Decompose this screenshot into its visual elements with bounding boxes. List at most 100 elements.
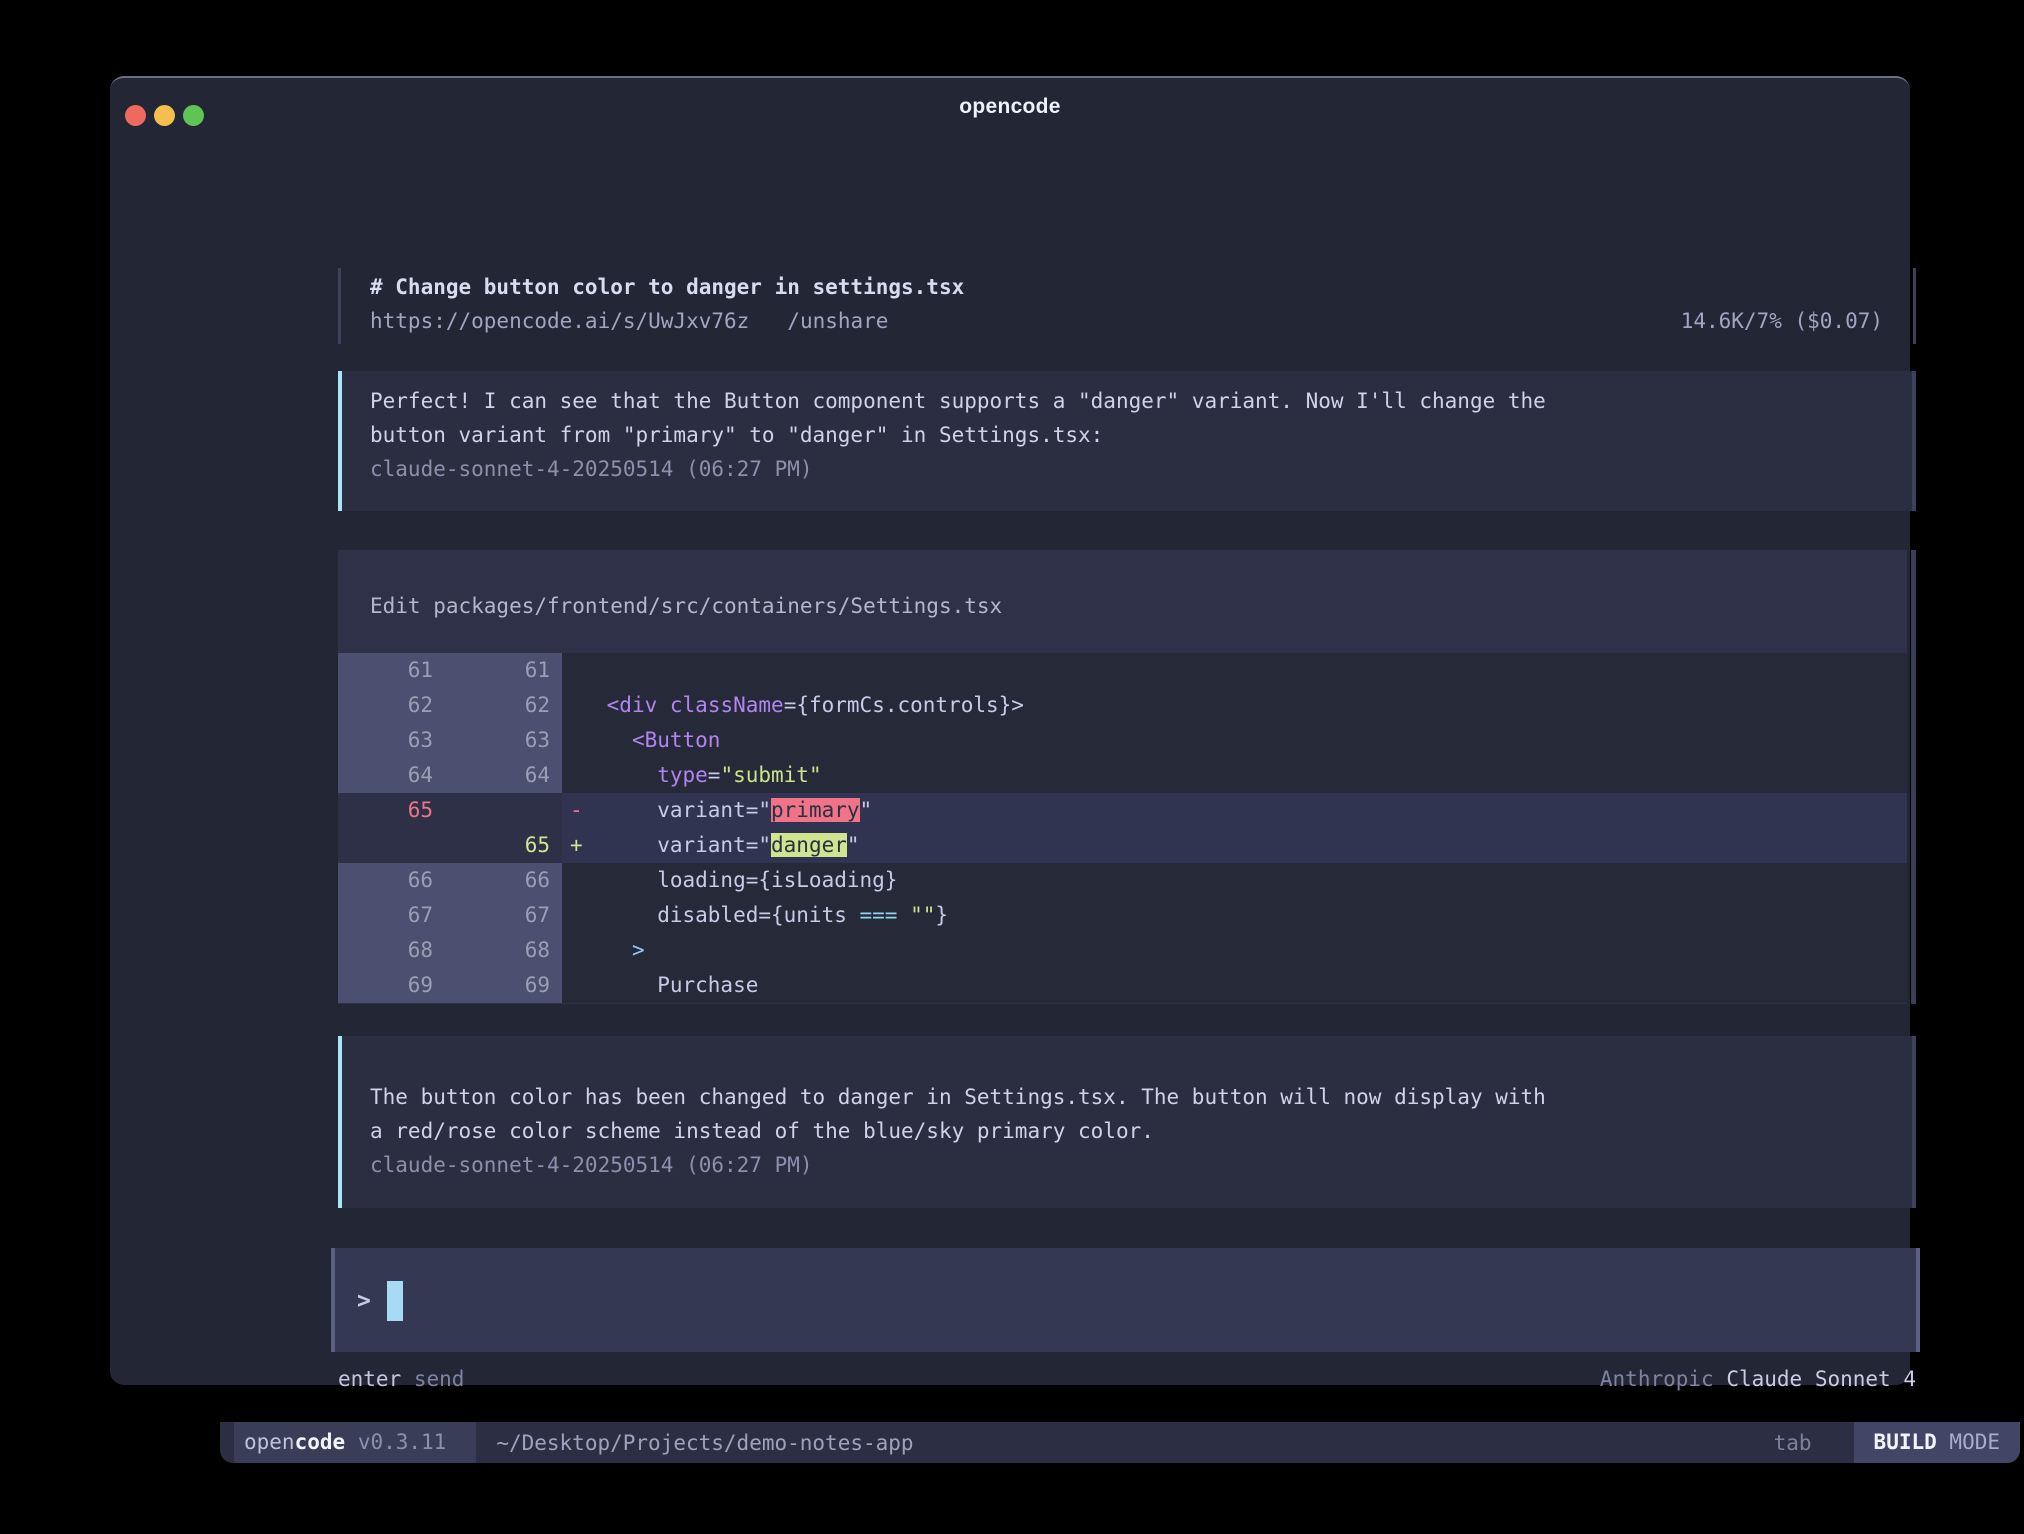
code-token: ={formCs.controls}> — [784, 693, 1024, 717]
code-token: = — [708, 763, 721, 787]
tab-hint: tab — [1774, 1431, 1812, 1455]
line-number-new — [450, 793, 562, 828]
line-number-old: 64 — [338, 758, 450, 793]
line-number-new: 69 — [450, 968, 562, 1003]
code-token: === — [860, 903, 898, 927]
send-hint: enter send — [338, 1366, 464, 1392]
code-token: danger — [771, 833, 847, 857]
app-name-prefix: open — [244, 1430, 295, 1454]
edit-tool-title: Edit packages/frontend/src/containers/Se… — [338, 550, 1907, 653]
model-indicator: Anthropic Claude Sonnet 4 — [1600, 1366, 1916, 1392]
diff-row: 6969 Purchase — [338, 968, 1907, 1003]
code-token: className — [670, 693, 784, 717]
code-token — [594, 763, 657, 787]
code-token: " — [847, 833, 860, 857]
code-token — [594, 728, 632, 752]
diff-marker — [562, 653, 594, 688]
code-token: loading={isLoading} — [594, 868, 897, 892]
diff-marker — [562, 758, 594, 793]
code-token: "submit" — [720, 763, 821, 787]
diff-row: 65 - variant="primary" — [338, 793, 1907, 828]
diff-marker: + — [562, 828, 594, 863]
mode-label: BUILD — [1874, 1430, 1937, 1454]
diff-row: 6464 type="submit" — [338, 758, 1907, 793]
line-number-new: 61 — [450, 653, 562, 688]
code-token: Purchase — [594, 973, 758, 997]
line-number-old: 65 — [338, 793, 450, 828]
hint-enter-key: enter — [338, 1367, 401, 1391]
diff-marker — [562, 933, 594, 968]
code-line: <div className={formCs.controls}> — [594, 688, 1907, 723]
hint-row: enter send Anthropic Claude Sonnet 4 — [338, 1366, 1916, 1392]
status-bar: opencode v0.3.11 ~/Desktop/Projects/demo… — [220, 1422, 2020, 1463]
diff-row: 6666 loading={isLoading} — [338, 863, 1907, 898]
message-text: Perfect! I can see that the Button compo… — [370, 384, 1565, 452]
diff-marker — [562, 688, 594, 723]
diff-row: 65+ variant="danger" — [338, 828, 1907, 863]
diff-row: 6161 — [338, 653, 1907, 688]
code-token: variant=" — [594, 798, 771, 822]
minimize-button[interactable] — [154, 105, 175, 126]
edit-tool-card: Edit packages/frontend/src/containers/Se… — [338, 550, 1907, 1004]
line-number-new: 67 — [450, 898, 562, 933]
code-token: variant=" — [594, 833, 771, 857]
diff-marker — [562, 863, 594, 898]
line-number-new: 63 — [450, 723, 562, 758]
code-token: primary — [771, 798, 860, 822]
desktop: { "window": { "title": "opencode" }, "se… — [0, 0, 2024, 1534]
unshare-command[interactable]: /unshare — [787, 304, 888, 338]
diff-marker — [562, 968, 594, 1003]
code-token — [594, 938, 632, 962]
line-number-new: 66 — [450, 863, 562, 898]
close-button[interactable] — [125, 105, 146, 126]
diff-marker — [562, 898, 594, 933]
code-line — [594, 653, 1907, 688]
code-token: " — [860, 798, 873, 822]
app-version: v0.3.11 — [345, 1430, 446, 1454]
context-stats: 14.6K/7% ($0.07) — [1681, 304, 1883, 338]
build-mode-badge: BUILD MODE — [1854, 1422, 2020, 1463]
code-line: Purchase — [594, 968, 1907, 1003]
diff-marker — [562, 723, 594, 758]
code-line: disabled={units === ""} — [594, 898, 1907, 933]
line-number-old: 69 — [338, 968, 450, 1003]
text-cursor — [387, 1281, 403, 1321]
code-token: "" — [910, 903, 935, 927]
titlebar: opencode — [110, 78, 1910, 136]
line-number-new: 62 — [450, 688, 562, 723]
share-url-link[interactable]: https://opencode.ai/s/UwJxv76z — [370, 304, 749, 338]
app-name-suffix: code — [295, 1430, 346, 1454]
line-number-old: 63 — [338, 723, 450, 758]
code-token — [897, 903, 910, 927]
session-meta: https://opencode.ai/s/UwJxv76z /unshare … — [370, 304, 1883, 338]
diff-row: 6767 disabled={units === ""} — [338, 898, 1907, 933]
code-token: disabled={units — [594, 903, 860, 927]
model-provider: Anthropic — [1600, 1367, 1714, 1391]
message-meta: claude-sonnet-4-20250514 (06:27 PM) — [370, 452, 1912, 486]
diff-marker: - — [562, 793, 594, 828]
opencode-window: opencode # Change button color to danger… — [110, 76, 1910, 1385]
line-number-old: 68 — [338, 933, 450, 968]
mode-suffix: MODE — [1949, 1430, 2000, 1454]
code-line: variant="danger" — [594, 828, 1907, 863]
line-number-old: 66 — [338, 863, 450, 898]
diff-row: 6262 <div className={formCs.controls}> — [338, 688, 1907, 723]
prompt-symbol: > — [357, 1282, 371, 1320]
scrollbar[interactable] — [1911, 550, 1916, 1004]
session-title: # Change button color to danger in setti… — [370, 270, 1883, 304]
assistant-message: The button color has been changed to dan… — [338, 1036, 1916, 1208]
assistant-message: Perfect! I can see that the Button compo… — [338, 371, 1916, 511]
code-token — [594, 693, 607, 717]
line-number-new: 68 — [450, 933, 562, 968]
code-line: type="submit" — [594, 758, 1907, 793]
code-token: <div — [607, 693, 658, 717]
hint-enter-action: send — [414, 1367, 465, 1391]
code-token: type — [657, 763, 708, 787]
prompt-input[interactable]: > — [331, 1248, 1920, 1352]
session-header: # Change button color to danger in setti… — [338, 268, 1916, 344]
line-number-old: 62 — [338, 688, 450, 723]
code-token: } — [935, 903, 948, 927]
line-number-new: 65 — [450, 828, 562, 863]
code-line: variant="primary" — [594, 793, 1907, 828]
zoom-button[interactable] — [183, 105, 204, 126]
